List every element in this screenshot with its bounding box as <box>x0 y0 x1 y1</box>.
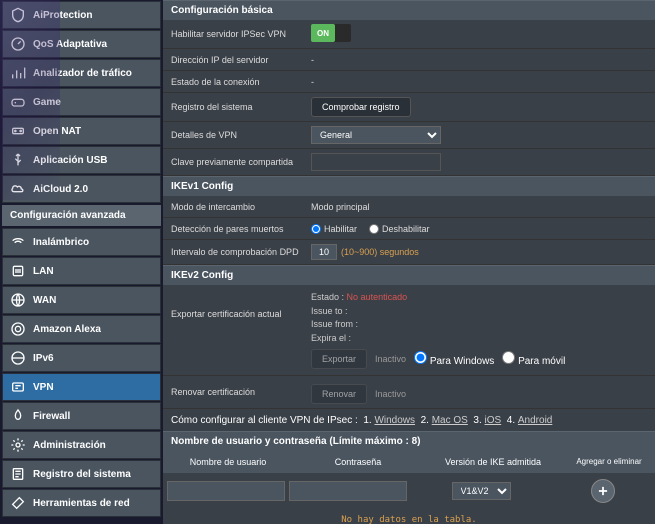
dpd-label: Detección de pares muertos <box>171 224 311 234</box>
server-ip-value: - <box>311 55 647 65</box>
toggle-on-label: ON <box>311 24 335 42</box>
exchange-mode-label: Modo de intercambio <box>171 202 311 212</box>
username-input[interactable] <box>167 481 285 501</box>
howto-label: Cómo configurar al cliente VPN de IPsec … <box>171 415 358 426</box>
alexa-icon <box>9 321 27 337</box>
cert-state-label: Estado : <box>311 292 344 302</box>
vpn-icon <box>9 379 27 395</box>
psk-input[interactable] <box>311 153 441 171</box>
check-log-button[interactable]: Comprobar registro <box>311 97 411 117</box>
export-status: Inactivo <box>375 354 406 364</box>
nav-vpn[interactable]: VPN <box>2 373 161 401</box>
howto-ios-link[interactable]: iOS <box>485 415 502 426</box>
vpn-details-select[interactable]: General <box>311 126 441 144</box>
export-cert-button[interactable]: Exportar <box>311 349 367 369</box>
dpd-enable-option[interactable]: Habilitar <box>311 224 357 234</box>
conn-state-value: - <box>311 77 647 87</box>
globe-icon <box>9 292 27 308</box>
dpd-hint: (10~900) segundos <box>341 247 419 257</box>
syslog-label: Registro del sistema <box>171 102 311 112</box>
cert-state-value: No autenticado <box>347 292 408 302</box>
howto-macos-link[interactable]: Mac OS <box>432 415 468 426</box>
basic-config-header: Configuración básica <box>163 0 655 20</box>
ikev1-header: IKEv1 Config <box>163 176 655 196</box>
users-header: Nombre de usuario y contraseña (Límite m… <box>163 431 655 451</box>
dpd-enable-radio[interactable] <box>311 224 321 234</box>
howto-windows-link[interactable]: Windows <box>374 415 415 426</box>
dpd-interval-input[interactable] <box>311 244 337 260</box>
nav-syslog[interactable]: Registro del sistema <box>2 460 161 488</box>
col-password: Contraseña <box>293 455 423 469</box>
ipv6-icon <box>9 350 27 366</box>
log-icon <box>9 466 27 482</box>
nav-ipv6[interactable]: IPv6 <box>2 344 161 372</box>
cert-expire: Expira el : <box>311 332 647 346</box>
no-data-message: No hay datos en la tabla. <box>163 509 655 524</box>
nav-firewall[interactable]: Firewall <box>2 402 161 430</box>
nav-wireless[interactable]: Inalámbrico <box>2 228 161 256</box>
dpd-interval-label: Intervalo de comprobación DPD <box>171 247 311 257</box>
add-user-button[interactable] <box>591 479 615 503</box>
ike-version-select[interactable]: V1&V2 <box>452 482 511 500</box>
psk-label: Clave previamente compartida <box>171 157 311 167</box>
dpd-disable-option[interactable]: Deshabilitar <box>369 224 430 234</box>
nav-label: Amazon Alexa <box>33 324 101 335</box>
wifi-icon <box>9 234 27 250</box>
nav-label: Administración <box>33 440 106 451</box>
nav-nettools[interactable]: Herramientas de red <box>2 489 161 517</box>
nav-label: IPv6 <box>33 353 54 364</box>
enable-ipsec-toggle[interactable]: ON <box>311 24 351 42</box>
conn-state-label: Estado de la conexión <box>171 77 311 87</box>
nav-label: Firewall <box>33 411 70 422</box>
server-ip-label: Dirección IP del servidor <box>171 55 311 65</box>
dpd-disable-radio[interactable] <box>369 224 379 234</box>
cert-issue-to: Issue to : <box>311 305 647 319</box>
col-ike: Versión de IKE admitida <box>423 455 563 469</box>
nav-label: Inalámbrico <box>33 237 89 248</box>
enable-ipsec-label: Habilitar servidor IPSec VPN <box>171 29 311 39</box>
nav-label: WAN <box>33 295 56 306</box>
renew-status: Inactivo <box>375 389 406 399</box>
advanced-header: Configuración avanzada <box>2 205 161 226</box>
nav-wan[interactable]: WAN <box>2 286 161 314</box>
howto-android-link[interactable]: Android <box>518 415 552 426</box>
lan-icon <box>9 263 27 279</box>
gear-icon <box>9 437 27 453</box>
cert-issue-from: Issue from : <box>311 318 647 332</box>
tools-icon <box>9 495 27 511</box>
col-username: Nombre de usuario <box>163 455 293 469</box>
nav-label: LAN <box>33 266 54 277</box>
export-cert-label: Exportar certificación actual <box>171 291 311 319</box>
ikev2-header: IKEv2 Config <box>163 265 655 285</box>
firewall-icon <box>9 408 27 424</box>
renew-cert-button[interactable]: Renovar <box>311 384 367 404</box>
plus-icon <box>596 484 610 498</box>
nav-alexa[interactable]: Amazon Alexa <box>2 315 161 343</box>
password-input[interactable] <box>289 481 407 501</box>
cert-mobile-option[interactable]: Para móvil <box>502 351 565 367</box>
nav-label: VPN <box>33 382 54 393</box>
col-action: Agregar o eliminar <box>563 455 655 469</box>
vpn-details-label: Detalles de VPN <box>171 130 311 140</box>
nav-label: Herramientas de red <box>33 498 130 509</box>
users-table-header: Nombre de usuario Contraseña Versión de … <box>163 451 655 473</box>
exchange-mode-value: Modo principal <box>311 202 647 212</box>
nav-admin[interactable]: Administración <box>2 431 161 459</box>
nav-label: Registro del sistema <box>33 469 131 480</box>
nav-lan[interactable]: LAN <box>2 257 161 285</box>
renew-cert-label: Renovar certificación <box>171 387 311 397</box>
main-content: Configuración básica Habilitar servidor … <box>163 0 655 524</box>
cert-windows-option[interactable]: Para Windows <box>414 351 494 367</box>
